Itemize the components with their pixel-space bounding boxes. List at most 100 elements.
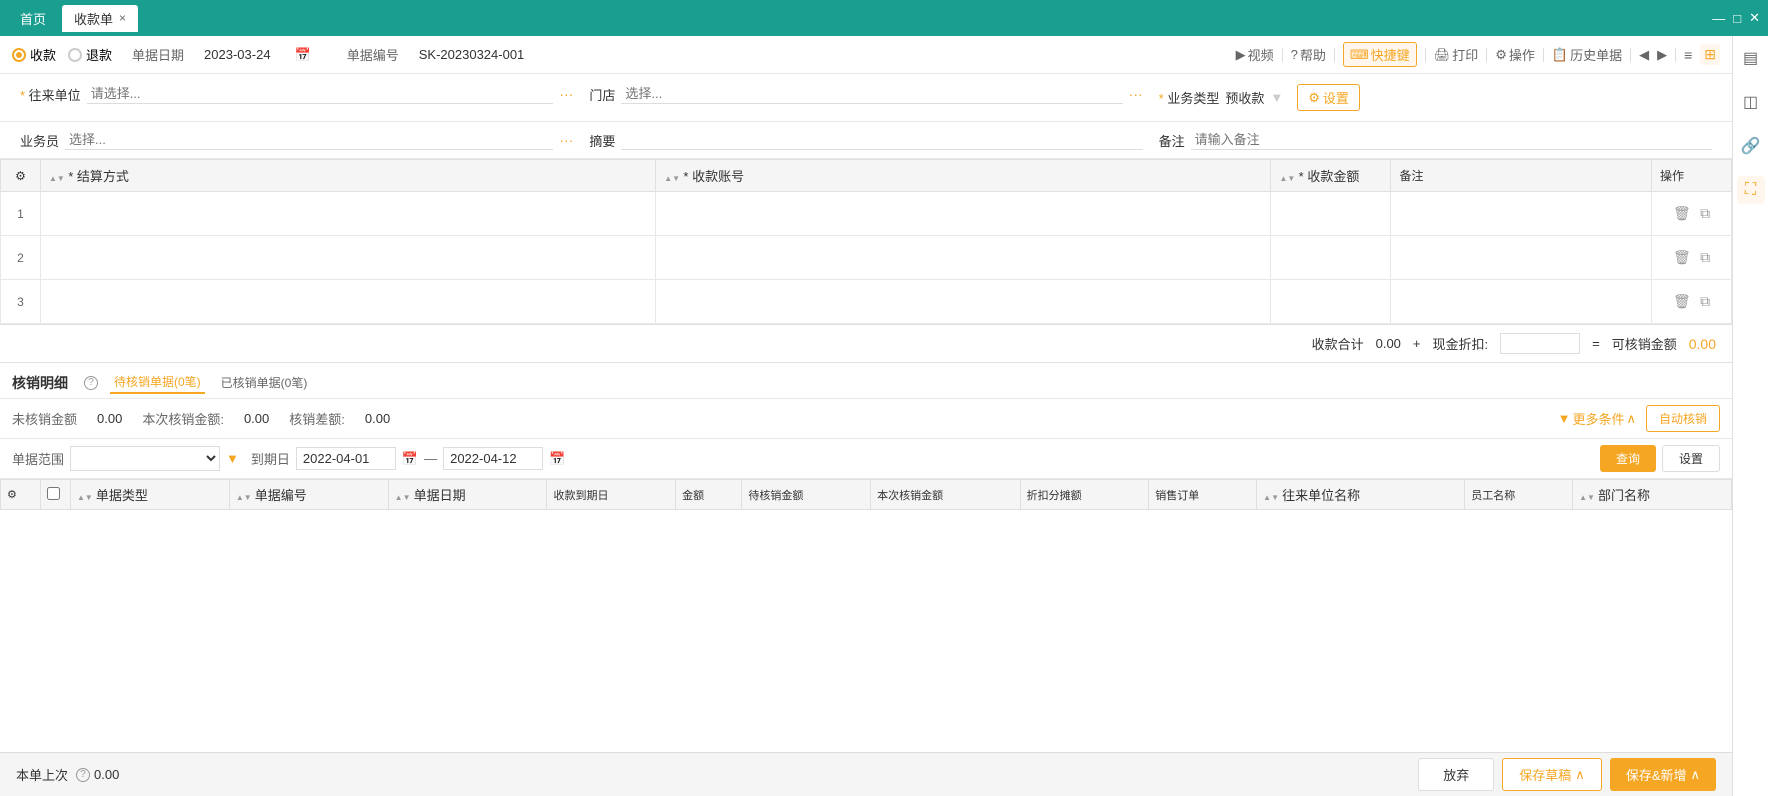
row-3-delete-icon[interactable]: 🗑 [1673, 293, 1691, 309]
shortcut-btn[interactable]: ⌨ 快捷键 [1343, 42, 1417, 67]
settings-icon: ⚙ [1308, 90, 1320, 106]
row-2-copy-icon[interactable]: ⧉ [1700, 249, 1710, 265]
range-chevron-icon[interactable]: ▼ [226, 451, 239, 466]
list-view-btn[interactable]: ≡ [1684, 47, 1692, 63]
history-btn[interactable]: 📋 历史单据 [1552, 45, 1622, 64]
abandon-btn[interactable]: 放弃 [1418, 758, 1494, 791]
query-btn[interactable]: 查询 [1600, 445, 1656, 472]
sidebar-link-icon[interactable]: 🔗 [1737, 132, 1765, 160]
last-num-info-icon[interactable]: ? [76, 768, 90, 782]
row-3-account[interactable] [656, 280, 1271, 324]
radio-shoukuan[interactable]: 收款 [12, 45, 56, 64]
row-3-copy-icon[interactable]: ⧉ [1700, 293, 1710, 309]
radio-shoukuan-circle [12, 48, 26, 62]
doc-value: SK-20230324-001 [419, 47, 525, 62]
cal-end-icon[interactable]: 📅 [549, 451, 565, 467]
discount-input[interactable] [1500, 333, 1580, 354]
sidebar-expand-icon[interactable]: ⛶ [1737, 176, 1765, 204]
table-row: 3 🗑 ⧉ [1, 280, 1732, 324]
hx-settings-btn[interactable]: 设置 [1662, 445, 1720, 472]
calendar-icon[interactable]: 📅 [295, 47, 311, 63]
tab-close-icon[interactable]: × [119, 11, 126, 25]
due-date-end-input[interactable] [443, 447, 543, 470]
staff-more-icon[interactable]: ··· [559, 132, 573, 148]
row-2-account[interactable] [656, 236, 1271, 280]
staff-input[interactable] [65, 130, 553, 150]
last-num-value: 0.00 [94, 767, 119, 782]
row-1-settlement[interactable] [41, 192, 656, 236]
summary-input[interactable] [621, 130, 1142, 150]
total-value: 0.00 [1376, 336, 1401, 351]
hx-info-icon[interactable]: ? [84, 376, 98, 390]
current-check-label: 本次核销金额: [142, 409, 224, 428]
row-1-amount[interactable] [1271, 192, 1391, 236]
tab-home[interactable]: 首页 [8, 5, 58, 32]
row-2-num: 2 [1, 236, 41, 280]
range-select[interactable] [70, 446, 220, 471]
video-btn[interactable]: ▶ 视频 [1236, 45, 1274, 64]
range-label: 单据范围 [12, 449, 64, 468]
gear-col-header[interactable]: ⚙ [1, 160, 41, 192]
net-value: 0.00 [1689, 336, 1716, 352]
due-date-start-input[interactable] [296, 447, 396, 470]
row-3-settlement[interactable] [41, 280, 656, 324]
dept-sort-icon[interactable]: ▲▼ [1579, 493, 1595, 502]
last-num-label: 本单上次 [16, 765, 68, 784]
window-minimize-btn[interactable]: — [1712, 11, 1725, 26]
window-maximize-btn[interactable]: □ [1733, 11, 1741, 26]
amount-sort-icon[interactable]: ▲▼ [1279, 174, 1295, 183]
row-2-delete-icon[interactable]: 🗑 [1673, 249, 1691, 265]
main-content: 收款 退款 单据日期 2023-03-24 📅 单据编号 SK-20230324… [0, 36, 1768, 796]
row-2-remark[interactable] [1391, 236, 1652, 280]
hx-check-all[interactable] [47, 487, 60, 500]
tab-pending[interactable]: 待核销单据(0笔) [110, 371, 205, 394]
save-new-btn[interactable]: 保存&新增 ∧ [1610, 758, 1716, 791]
settings-btn[interactable]: ⚙ 设置 [1297, 84, 1360, 111]
row-1-remark[interactable] [1391, 192, 1652, 236]
sidebar-doc-icon[interactable]: ◫ [1737, 88, 1765, 116]
remark-input[interactable] [1191, 130, 1712, 150]
hx-current-col: 本次核销金额 [871, 480, 1021, 510]
cal-start-icon[interactable]: 📅 [402, 451, 418, 467]
row-1-copy-icon[interactable]: ⧉ [1700, 205, 1710, 221]
row-1-account[interactable] [656, 192, 1271, 236]
row-3-amount[interactable] [1271, 280, 1391, 324]
business-type-chevron-icon[interactable]: ▼ [1270, 90, 1283, 105]
shop-more-icon[interactable]: ··· [1129, 86, 1143, 102]
row-2-settlement[interactable] [41, 236, 656, 280]
nav-prev-btn[interactable]: ◀ [1639, 47, 1649, 63]
date-value: 2023-03-24 [204, 47, 271, 62]
from-unit-more-icon[interactable]: ··· [559, 86, 573, 102]
from-unit-input[interactable] [87, 84, 554, 104]
ops-col-header: 操作 [1652, 160, 1732, 192]
hx-gear-col[interactable]: ⚙ [1, 480, 41, 510]
type-sort-icon[interactable]: ▲▼ [77, 493, 93, 502]
account-sort-icon[interactable]: ▲▼ [664, 174, 680, 183]
print-btn[interactable]: 🖨 打印 [1434, 45, 1479, 64]
type-radio-group: 收款 退款 [12, 45, 112, 64]
shop-input[interactable] [621, 84, 1122, 104]
sidebar-table-icon[interactable]: ▤ [1737, 44, 1765, 72]
grid-view-btn[interactable]: ⊞ [1700, 44, 1720, 65]
save-new-arrow-icon: ∧ [1690, 767, 1700, 783]
auto-hx-btn[interactable]: 自动核销 [1646, 405, 1720, 432]
draft-arrow-icon: ∧ [1575, 767, 1585, 783]
num-sort-icon[interactable]: ▲▼ [236, 493, 252, 502]
save-draft-btn[interactable]: 保存草稿 ∧ [1502, 758, 1602, 791]
tab-active[interactable]: 收款单 × [62, 5, 138, 32]
nav-next-btn[interactable]: ▶ [1657, 47, 1667, 63]
ops-btn[interactable]: ⚙ 操作 [1495, 45, 1535, 64]
row-2-amount[interactable] [1271, 236, 1391, 280]
radio-tuikuan[interactable]: 退款 [68, 45, 112, 64]
row-2-ops: 🗑 ⧉ [1652, 236, 1732, 280]
date-sort-icon[interactable]: ▲▼ [395, 493, 411, 502]
summary-group: 摘要 [581, 126, 1150, 154]
from-unit-sort-icon[interactable]: ▲▼ [1263, 493, 1279, 502]
settlement-sort-icon[interactable]: ▲▼ [49, 174, 65, 183]
help-btn[interactable]: ? 帮助 [1291, 45, 1326, 64]
row-3-remark[interactable] [1391, 280, 1652, 324]
tab-done[interactable]: 已核销单据(0笔) [217, 372, 312, 393]
more-conditions-btn[interactable]: ▼ 更多条件 ∧ [1558, 409, 1636, 428]
window-close-btn[interactable]: ✕ [1749, 10, 1760, 26]
row-1-delete-icon[interactable]: 🗑 [1673, 205, 1691, 221]
